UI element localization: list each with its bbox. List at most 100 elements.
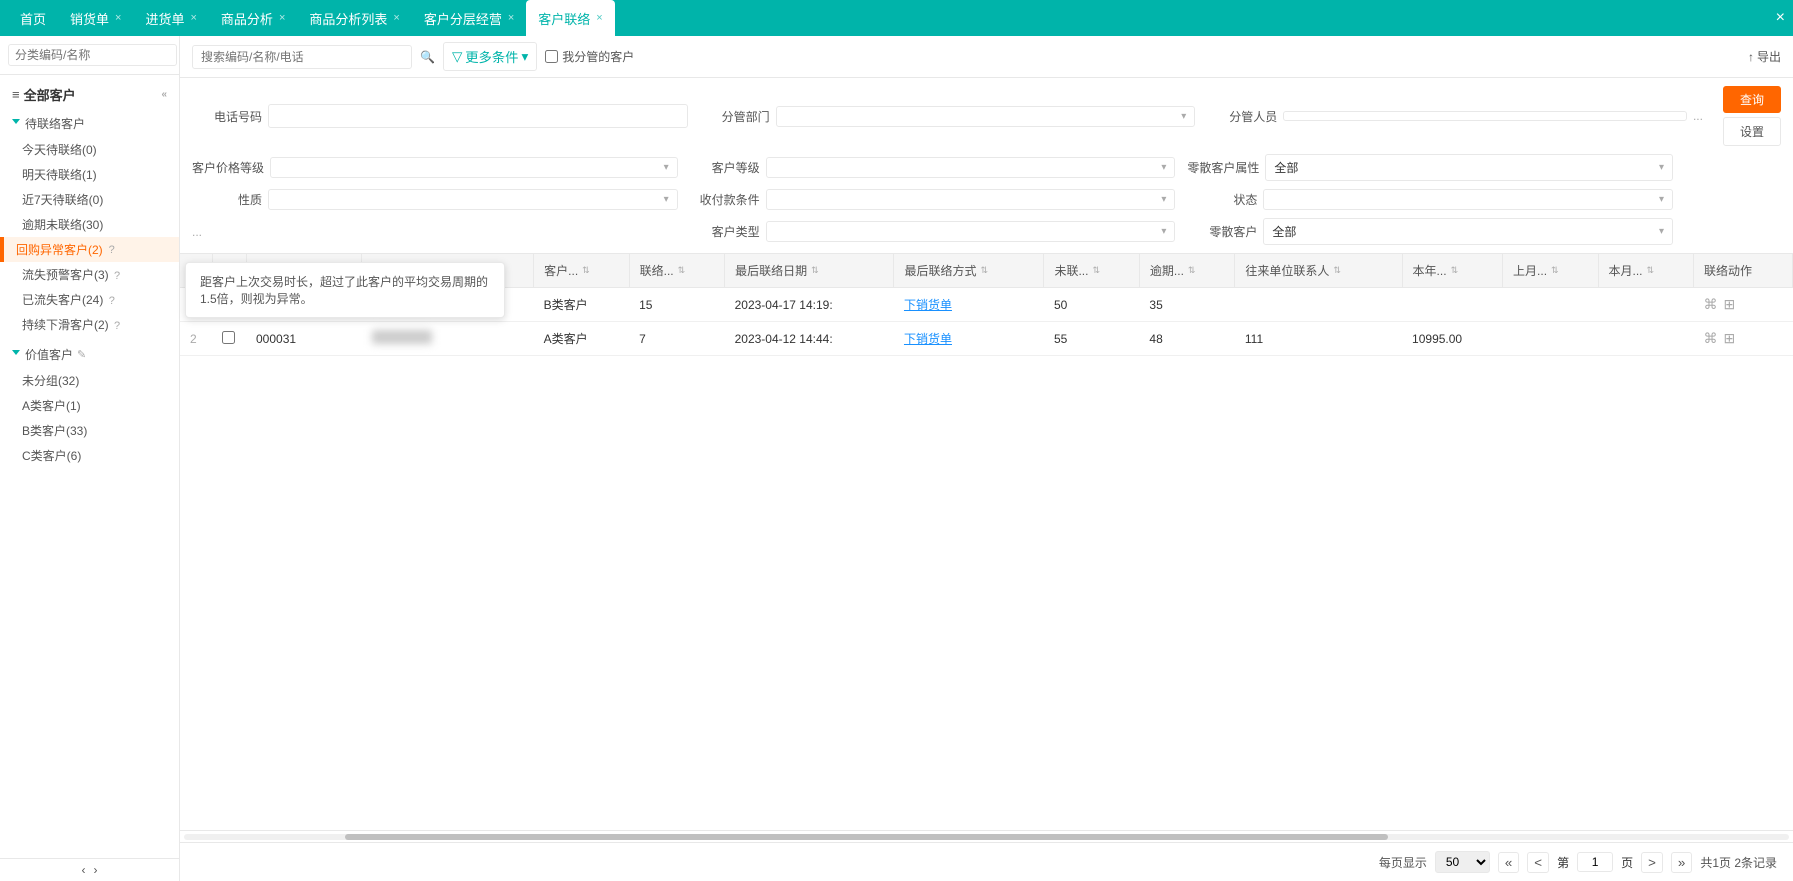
nav-product-analysis[interactable]: 商品分析 × (209, 0, 297, 36)
scrollbar-thumb[interactable] (345, 834, 1388, 840)
row-1-link-icon[interactable]: ⌘ (1703, 296, 1717, 313)
payment-select[interactable]: ▾ (766, 189, 1176, 210)
row-2-overdue: 48 (1139, 322, 1234, 356)
nav-sales[interactable]: 销货单 × (58, 0, 133, 36)
price-grade-chevron-icon: ▾ (664, 162, 669, 173)
nav-product-list[interactable]: 商品分析列表 × (297, 0, 411, 36)
first-page-button[interactable]: « (1498, 852, 1519, 873)
retail-customer-select[interactable]: 全部 ▾ (1263, 218, 1673, 245)
filter-dept: 分管部门 ▾ (700, 106, 1196, 127)
filter-search-input[interactable] (192, 45, 412, 69)
manager-select[interactable] (1283, 111, 1687, 121)
more-conditions-button[interactable]: ▽ 更多条件 ▾ (443, 42, 537, 71)
row-2-checkbox[interactable] (222, 331, 235, 344)
row-2-contact: 111 (1235, 322, 1402, 356)
last-page-button[interactable]: » (1671, 852, 1692, 873)
nature-select[interactable]: ▾ (268, 189, 678, 210)
nav-customer-contact[interactable]: 客户联络 × (526, 0, 614, 36)
query-button[interactable]: 查询 (1723, 86, 1781, 113)
customer-type-select[interactable]: ▾ (766, 221, 1176, 242)
sidebar-item-class-c[interactable]: C类客户(6) (0, 443, 179, 468)
row-1-contact (1235, 288, 1402, 322)
row-2-link-icon[interactable]: ⌘ (1703, 330, 1717, 347)
close-all-tabs-button[interactable]: × (1776, 9, 1785, 27)
col-header-last-date[interactable]: 最后联络日期 ⇅ (725, 254, 894, 288)
settings-button[interactable]: 设置 (1723, 117, 1781, 146)
sidebar-item-7day-contact[interactable]: 近7天待联络(0) (0, 187, 179, 212)
sidebar-search-area: 🔍 (0, 36, 179, 75)
row-2-this-year: 10995.00 (1402, 322, 1502, 356)
close-customer-contact-icon[interactable]: × (596, 12, 602, 24)
col-header-last-method[interactable]: 最后联络方式 ⇅ (894, 254, 1044, 288)
sidebar-item-declining[interactable]: 持续下滑客户(2) ? (0, 312, 179, 337)
close-sales-icon[interactable]: × (115, 12, 121, 24)
close-product-list-icon[interactable]: × (393, 12, 399, 24)
sidebar-group-pending-contact[interactable]: 待联络客户 (0, 110, 179, 137)
customer-table-wrapper[interactable]: ⚙ 客户编码 ⇅ 客户名称 (180, 254, 1793, 830)
pagination-bar: 每页显示 50 100 200 « < 第 页 > » 共1页 2条记录 (180, 842, 1793, 881)
my-customers-checkbox-label[interactable]: 我分管的客户 (545, 48, 634, 65)
extra-dots-icon[interactable]: ... (192, 225, 202, 239)
row-2-last-method[interactable]: 下销货单 (894, 322, 1044, 356)
phone-input[interactable] (268, 104, 688, 128)
filter-row-1: 电话号码 分管部门 ▾ 分管人员 ... 查询 (192, 86, 1781, 146)
close-product-analysis-icon[interactable]: × (279, 12, 285, 24)
row-num-2: 2 (180, 322, 212, 356)
next-page-button[interactable]: > (1641, 852, 1663, 873)
col-header-contact-count[interactable]: 联络... ⇅ (629, 254, 724, 288)
customer-grade-select[interactable]: ▾ (766, 157, 1176, 178)
nav-customer-segment[interactable]: 客户分层经营 × (412, 0, 526, 36)
collapse-sidebar-icon[interactable]: « (161, 89, 167, 100)
help-icon-lost: ? (109, 295, 115, 307)
col-header-this-month[interactable]: 本月... ⇅ (1598, 254, 1693, 288)
close-purchase-icon[interactable]: × (190, 12, 196, 24)
filter-search-icon[interactable]: 🔍 (420, 50, 435, 64)
sidebar-item-today-contact[interactable]: 今天待联络(0) (0, 137, 179, 162)
row-2-this-month (1598, 322, 1693, 356)
row-1-menu-icon[interactable]: ⊞ (1723, 296, 1735, 313)
filter-extra-dots: ... (192, 225, 678, 239)
export-button[interactable]: ↑ 导出 (1748, 48, 1781, 65)
page-number-input[interactable] (1577, 852, 1613, 872)
horizontal-scrollbar[interactable] (180, 830, 1793, 842)
sidebar: 🔍 ≡ 全部客户 « 待联络客户 今天待联络(0) 明天待联络(1) (0, 36, 180, 881)
col-header-uncontacted[interactable]: 未联... ⇅ (1044, 254, 1139, 288)
close-customer-segment-icon[interactable]: × (508, 12, 514, 24)
sidebar-item-tomorrow-contact[interactable]: 明天待联络(1) (0, 162, 179, 187)
per-page-select[interactable]: 50 100 200 (1435, 851, 1490, 873)
col-header-overdue[interactable]: 逾期... ⇅ (1139, 254, 1234, 288)
filter-bar: 🔍 ▽ 更多条件 ▾ 我分管的客户 ↑ 导出 (180, 36, 1793, 78)
sidebar-item-lost-customers[interactable]: 已流失客户(24) ? (0, 287, 179, 312)
sidebar-left-arrow[interactable]: ‹ (82, 863, 86, 877)
price-grade-select[interactable]: ▾ (270, 157, 678, 178)
sidebar-item-loss-warning[interactable]: 流失预警客户(3) ? (0, 262, 179, 287)
my-customers-checkbox[interactable] (545, 50, 558, 63)
manager-more-icon[interactable]: ... (1693, 109, 1703, 123)
nav-home[interactable]: 首页 (8, 0, 58, 36)
row-checkbox-2[interactable] (212, 322, 246, 356)
col-header-this-year[interactable]: 本年... ⇅ (1402, 254, 1502, 288)
retail-attribute-select[interactable]: 全部 ▾ (1265, 154, 1673, 181)
sidebar-item-overdue-contact[interactable]: 逾期未联络(30) (0, 212, 179, 237)
scrollbar-track[interactable] (184, 834, 1789, 840)
sidebar-search-input[interactable] (8, 44, 177, 66)
sidebar-item-repurchase-abnormal[interactable]: 回购异常客户(2) ? (0, 237, 179, 262)
row-2-menu-icon[interactable]: ⊞ (1723, 330, 1735, 347)
value-customers-edit-icon[interactable]: ✎ (77, 348, 86, 361)
prev-page-button[interactable]: < (1527, 852, 1549, 873)
col-header-type[interactable]: 客户... ⇅ (534, 254, 629, 288)
sidebar-item-ungrouped[interactable]: 未分组(32) (0, 368, 179, 393)
row-2-last-month (1503, 322, 1598, 356)
col-header-last-month[interactable]: 上月... ⇅ (1503, 254, 1598, 288)
dept-select[interactable]: ▾ (776, 106, 1196, 127)
row-1-last-method[interactable]: 下销货单 (894, 288, 1044, 322)
sidebar-item-class-b[interactable]: B类客户(33) (0, 418, 179, 443)
filter-customer-type: 客户类型 ▾ (690, 221, 1176, 242)
nav-purchase[interactable]: 进货单 × (133, 0, 208, 36)
sidebar-right-arrow[interactable]: › (94, 863, 98, 877)
all-customers-item[interactable]: ≡ 全部客户 « (0, 79, 179, 110)
col-header-contact-person[interactable]: 往来单位联系人 ⇅ (1235, 254, 1402, 288)
status-select[interactable]: ▾ (1263, 189, 1673, 210)
sidebar-item-class-a[interactable]: A类客户(1) (0, 393, 179, 418)
sidebar-group-value-customers[interactable]: 价值客户 ✎ (0, 341, 179, 368)
